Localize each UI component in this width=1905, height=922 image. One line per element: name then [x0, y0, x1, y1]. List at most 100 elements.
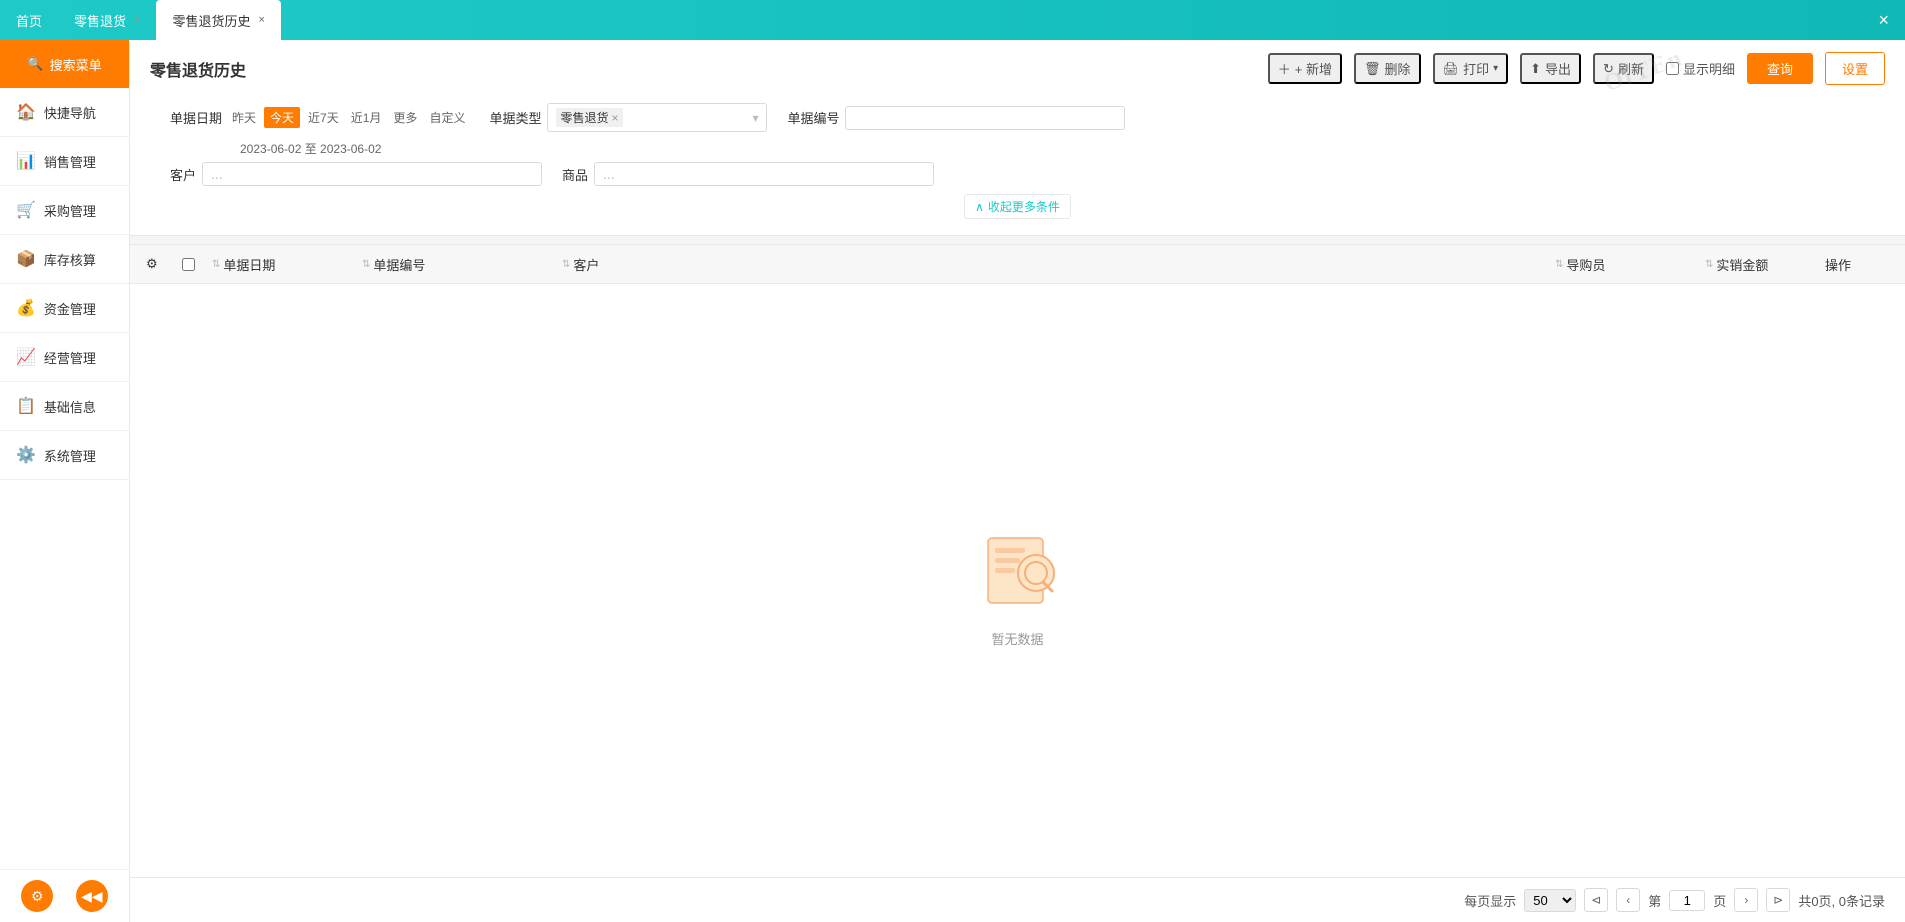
sidebar-item-quicknav-label: 快捷导航 [44, 103, 96, 122]
th-customer: ⇅ 客户 [554, 255, 1547, 274]
total-text: 共0页, 0条记录 [1798, 891, 1885, 910]
bill-type-tag-value: 零售退货 [560, 109, 608, 126]
page-size-label: 每页显示 [1464, 891, 1516, 910]
page-unit: 页 [1713, 891, 1726, 910]
tab-retail-return-label: 零售退货 [74, 11, 126, 30]
bill-no-label: 单据编号 [787, 108, 839, 127]
sidebar: 🔍 搜索菜单 🏠 快捷导航 📊 销售管理 🛒 采购管理 📦 库存核算 💰 资金管… [0, 40, 130, 922]
bill-type-tag-remove[interactable]: × [611, 111, 618, 125]
purchase-icon: 🛒 [16, 200, 36, 220]
finance-icon: 💰 [16, 298, 36, 318]
sidebar-item-sales-label: 销售管理 [44, 152, 96, 171]
select-all-checkbox[interactable] [182, 258, 195, 271]
new-button[interactable]: ＋ + 新增 [1268, 53, 1342, 84]
main-layout: 🔍 搜索菜单 🏠 快捷导航 📊 销售管理 🛒 采购管理 📦 库存核算 💰 资金管… [0, 40, 1905, 922]
page-header: 零售退货历史 ＋ + 新增 🗑 删除 🖨 打印 ▾ [130, 40, 1905, 236]
print-button[interactable]: 🖨 打印 ▾ [1433, 53, 1509, 84]
gear-icon: ⚙ [146, 256, 158, 272]
topbar-tabs: 首页 零售退货 × 零售退货历史 × [0, 0, 1862, 40]
display-detail-checkbox[interactable] [1666, 62, 1679, 75]
empty-illustration [968, 513, 1068, 613]
th-date: ⇅ 单据日期 [204, 255, 354, 274]
tab-retail-return-history-label: 零售退货历史 [172, 11, 250, 30]
customer-dots: ... [211, 166, 223, 182]
th-ops: 操作 [1817, 255, 1897, 274]
bill-no-input[interactable] [845, 106, 1125, 130]
tab-retail-return-history-close[interactable]: × [258, 14, 264, 26]
refresh-button[interactable]: ↻ 刷新 [1593, 53, 1654, 84]
sidebar-search-label: 搜索菜单 [50, 55, 102, 74]
page-word: 第 [1648, 891, 1661, 910]
sidebar-settings-button[interactable]: ⚙ [21, 880, 53, 912]
goods-input[interactable]: ... [594, 162, 934, 186]
tab-retail-return-close[interactable]: × [134, 14, 140, 26]
sidebar-item-inventory[interactable]: 📦 库存核算 [0, 235, 129, 284]
operations-icon: 📈 [16, 347, 36, 367]
page-actions: ＋ + 新增 🗑 删除 🖨 打印 ▾ ⬆ 导出 [1268, 52, 1885, 85]
filter-row-1: 单据日期 昨天 今天 近7天 近1月 更多 自定义 单据类型 [170, 103, 1865, 132]
topbar-close-button[interactable]: × [1862, 10, 1905, 31]
empty-text: 暂无数据 [991, 629, 1043, 648]
delete-button[interactable]: 🗑 删除 [1354, 53, 1421, 84]
last-page-button[interactable]: ⊳ [1766, 888, 1790, 912]
bill-type-select[interactable]: 零售退货 × ▾ [547, 103, 767, 132]
sidebar-item-finance[interactable]: 💰 资金管理 [0, 284, 129, 333]
goods-filter-item: 商品 ... [562, 162, 934, 186]
sales-icon: 📊 [16, 151, 36, 171]
query-label: 查询 [1767, 62, 1793, 77]
tab-home-label: 首页 [16, 11, 42, 30]
sidebar-item-basic-info-label: 基础信息 [44, 397, 96, 416]
sidebar-item-finance-label: 资金管理 [44, 299, 96, 318]
tab-retail-return[interactable]: 零售退货 × [58, 0, 156, 40]
sidebar-item-system-label: 系统管理 [44, 446, 96, 465]
tab-retail-return-history[interactable]: 零售退货历史 × [156, 0, 280, 40]
sidebar-item-operations[interactable]: 📈 经营管理 [0, 333, 129, 382]
export-button[interactable]: ⬆ 导出 [1520, 53, 1581, 84]
tab-home[interactable]: 首页 [0, 0, 58, 40]
system-icon: ⚙️ [16, 445, 36, 465]
sidebar-search[interactable]: 🔍 搜索菜单 [0, 40, 129, 88]
page-header-top: 零售退货历史 ＋ + 新增 🗑 删除 🖨 打印 ▾ [150, 52, 1885, 85]
shortcut-1month[interactable]: 近1月 [347, 107, 386, 128]
sidebar-item-basic-info[interactable]: 📋 基础信息 [0, 382, 129, 431]
sidebar-item-purchase[interactable]: 🛒 采购管理 [0, 186, 129, 235]
th-settings[interactable]: ⚙ [138, 256, 174, 272]
query-button[interactable]: 查询 [1747, 53, 1813, 84]
first-page-button[interactable]: ⊲ [1584, 888, 1608, 912]
page-size-select[interactable]: 50 20 100 [1524, 889, 1576, 912]
new-label: + 新增 [1295, 59, 1332, 78]
collapse-button[interactable]: ∧ 收起更多条件 [964, 194, 1071, 219]
next-page-button[interactable]: › [1734, 888, 1758, 912]
plus-icon: ＋ [1278, 59, 1291, 78]
sidebar-item-system[interactable]: ⚙️ 系统管理 [0, 431, 129, 480]
th-checkbox[interactable] [174, 258, 204, 271]
sidebar-item-quicknav[interactable]: 🏠 快捷导航 [0, 88, 129, 137]
sidebar-item-inventory-label: 库存核算 [44, 250, 96, 269]
bill-type-select-arrow: ▾ [752, 111, 758, 125]
sidebar-footer: ⚙ ◀◀ [0, 869, 129, 922]
prev-page-button[interactable]: ‹ [1616, 888, 1640, 912]
topbar: 首页 零售退货 × 零售退货历史 × × [0, 0, 1905, 40]
basic-info-icon: 📋 [16, 396, 36, 416]
sidebar-item-sales[interactable]: 📊 销售管理 [0, 137, 129, 186]
collapse-icon: ∧ [975, 200, 984, 214]
pagination: 每页显示 50 20 100 ⊲ ‹ 第 页 › ⊳ 共0页, 0条记录 [130, 877, 1905, 922]
display-detail-checkbox-group: 显示明细 [1666, 59, 1735, 78]
shortcut-more[interactable]: 更多 [389, 107, 421, 128]
settings-button[interactable]: 设置 [1825, 52, 1885, 85]
shortcut-custom[interactable]: 自定义 [425, 107, 469, 128]
search-icon: 🔍 [27, 56, 43, 72]
shortcut-yesterday[interactable]: 昨天 [228, 107, 260, 128]
page-number-input[interactable] [1669, 890, 1705, 911]
customer-input[interactable]: ... [202, 162, 542, 186]
th-bill-no-label: 单据编号 [373, 255, 425, 274]
refresh-icon: ↻ [1603, 61, 1614, 77]
shortcut-today[interactable]: 今天 [264, 107, 300, 128]
table-header: ⚙ ⇅ 单据日期 ⇅ 单据编号 ⇅ 客户 ⇅ [130, 244, 1905, 284]
collapse-label: 收起更多条件 [988, 198, 1060, 215]
inventory-icon: 📦 [16, 249, 36, 269]
sidebar-audio-button[interactable]: ◀◀ [76, 880, 108, 912]
sidebar-item-operations-label: 经营管理 [44, 348, 96, 367]
bill-type-label: 单据类型 [489, 108, 541, 127]
shortcut-7days[interactable]: 近7天 [304, 107, 343, 128]
